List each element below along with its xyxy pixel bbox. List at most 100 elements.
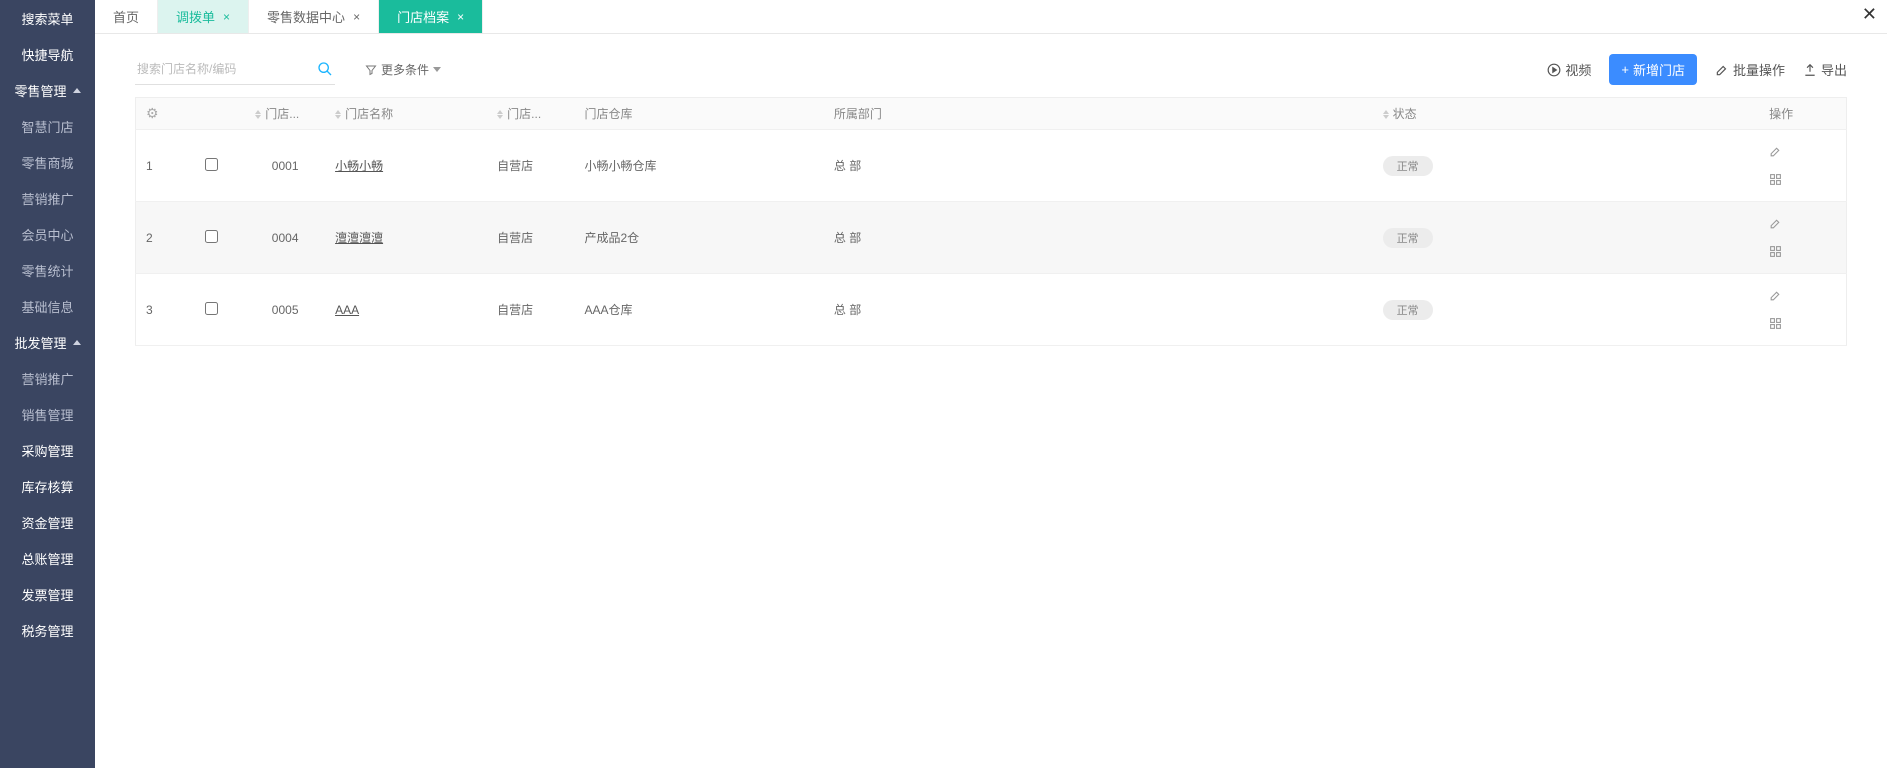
row-type: 自营店: [487, 130, 574, 202]
table-row: 2 0004 澶澶澶澶 自营店产成品2仓总 部正常: [136, 202, 1847, 274]
sidebar-item-tax[interactable]: 税务管理: [0, 612, 95, 648]
sidebar-item-retail-stats[interactable]: 零售统计: [0, 252, 95, 288]
sidebar-item-inventory[interactable]: 库存核算: [0, 468, 95, 504]
search-input[interactable]: [135, 55, 335, 85]
tab-close-icon[interactable]: ×: [223, 10, 230, 24]
row-checkbox[interactable]: [205, 158, 218, 171]
search-icon[interactable]: [317, 61, 333, 77]
sidebar-item-label: 营销推广: [21, 189, 73, 208]
row-index: 2: [136, 202, 196, 274]
row-ops: [1759, 202, 1846, 274]
tab-store-archive[interactable]: 门店档案 ×: [379, 0, 483, 33]
row-code: 0004: [245, 202, 325, 274]
more-row-icon[interactable]: [1769, 173, 1836, 186]
sidebar-item-label: 库存核算: [21, 477, 73, 496]
sidebar-search-menu[interactable]: 搜索菜单: [0, 0, 95, 36]
close-icon[interactable]: ✕: [1862, 4, 1877, 25]
row-index: 1: [136, 130, 196, 202]
sidebar-item-label: 销售管理: [21, 405, 73, 424]
edit-row-icon[interactable]: [1769, 217, 1836, 230]
row-checkbox[interactable]: [205, 302, 218, 315]
main-area: ✕ 首页 调拨单 × 零售数据中心× 门店档案 × 更多条件: [95, 0, 1887, 768]
gear-icon: ⚙: [146, 105, 159, 121]
export-button[interactable]: 导出: [1803, 60, 1847, 79]
filter-icon: [365, 64, 377, 76]
add-store-button[interactable]: + 新增门店: [1609, 54, 1697, 85]
sidebar-item-invoice[interactable]: 发票管理: [0, 576, 95, 612]
sort-icon: [497, 110, 503, 119]
row-checkbox[interactable]: [205, 230, 218, 243]
status-badge: 正常: [1383, 300, 1433, 320]
row-dept: 总 部: [824, 130, 1373, 202]
more-filter-button[interactable]: 更多条件: [365, 61, 441, 78]
store-name-link[interactable]: 小畅小畅: [335, 159, 383, 173]
tab-label: 首页: [113, 7, 139, 26]
row-type: 自营店: [487, 202, 574, 274]
sidebar-retail-mgmt[interactable]: 零售管理: [0, 72, 95, 108]
tab-retail-data[interactable]: 零售数据中心×: [249, 0, 379, 33]
store-name-link[interactable]: 澶澶澶澶: [335, 231, 383, 245]
table-header-row: ⚙ 门店... 门店名称 门店... 门店仓库 所属部门 状态 操作: [136, 98, 1847, 130]
sidebar-item-smart-store[interactable]: 智慧门店: [0, 108, 95, 144]
more-row-icon[interactable]: [1769, 245, 1836, 258]
status-badge: 正常: [1383, 156, 1433, 176]
edit-row-icon[interactable]: [1769, 145, 1836, 158]
sidebar-item-sales-mgmt[interactable]: 销售管理: [0, 396, 95, 432]
sidebar-item-label: 营销推广: [21, 369, 73, 388]
row-checkbox-cell: [195, 130, 245, 202]
header-warehouse[interactable]: 门店仓库: [574, 98, 823, 130]
edit-row-icon[interactable]: [1769, 289, 1836, 302]
store-table: ⚙ 门店... 门店名称 门店... 门店仓库 所属部门 状态 操作 10001…: [135, 97, 1847, 346]
tab-close-icon[interactable]: ×: [353, 10, 360, 24]
tab-close-icon[interactable]: ×: [457, 10, 464, 24]
status-badge: 正常: [1383, 228, 1433, 248]
header-code[interactable]: 门店...: [245, 98, 325, 130]
tab-home[interactable]: 首页: [95, 0, 158, 33]
tab-label: 调拨单: [176, 7, 215, 26]
sidebar-item-label: 会员中心: [21, 225, 73, 244]
sidebar-item-label: 零售统计: [21, 261, 73, 280]
sidebar-item-label: 发票管理: [21, 585, 73, 604]
sidebar-item-marketing2[interactable]: 营销推广: [0, 360, 95, 396]
sidebar-item-marketing[interactable]: 营销推广: [0, 180, 95, 216]
video-label: 视频: [1565, 60, 1591, 79]
content: 更多条件 视频 + 新增门店 批量操作: [95, 34, 1887, 366]
sidebar-item-label: 零售商城: [21, 153, 73, 172]
row-dept: 总 部: [824, 274, 1373, 346]
row-warehouse: 产成品2仓: [574, 202, 823, 274]
sidebar-item-purchase[interactable]: 采购管理: [0, 432, 95, 468]
header-dept[interactable]: 所属部门: [824, 98, 1373, 130]
header-type[interactable]: 门店...: [487, 98, 574, 130]
header-status[interactable]: 状态: [1373, 98, 1760, 130]
sidebar-item-fund[interactable]: 资金管理: [0, 504, 95, 540]
row-status-cell: 正常: [1373, 274, 1760, 346]
sidebar-item-basic-info[interactable]: 基础信息: [0, 288, 95, 324]
settings-column-header[interactable]: ⚙: [136, 98, 196, 130]
tab-label: 门店档案: [397, 7, 449, 26]
sidebar-item-member[interactable]: 会员中心: [0, 216, 95, 252]
store-name-link[interactable]: AAA: [335, 303, 359, 317]
row-ops: [1759, 130, 1846, 202]
row-status-cell: 正常: [1373, 130, 1760, 202]
sidebar-item-label: 税务管理: [21, 621, 73, 640]
sidebar-wholesale-mgmt[interactable]: 批发管理: [0, 324, 95, 360]
video-button[interactable]: 视频: [1547, 60, 1591, 79]
sidebar-quicknav[interactable]: 快捷导航: [0, 36, 95, 72]
sidebar-label: 搜索菜单: [21, 9, 73, 28]
batch-label: 批量操作: [1733, 60, 1785, 79]
sidebar-item-ledger[interactable]: 总账管理: [0, 540, 95, 576]
more-row-icon[interactable]: [1769, 317, 1836, 330]
tab-transfer[interactable]: 调拨单 ×: [158, 0, 249, 33]
more-filter-label: 更多条件: [381, 61, 429, 78]
header-name[interactable]: 门店名称: [325, 98, 487, 130]
row-dept: 总 部: [824, 202, 1373, 274]
export-icon: [1803, 63, 1817, 77]
batch-button[interactable]: 批量操作: [1715, 60, 1785, 79]
row-ops: [1759, 274, 1846, 346]
plus-icon: +: [1621, 62, 1629, 77]
chevron-down-icon: [433, 67, 441, 72]
table-row: 10001小畅小畅自营店小畅小畅仓库总 部正常: [136, 130, 1847, 202]
sidebar-item-retail-mall[interactable]: 零售商城: [0, 144, 95, 180]
add-store-label: 新增门店: [1633, 60, 1685, 79]
row-name-cell: 澶澶澶澶: [325, 202, 487, 274]
